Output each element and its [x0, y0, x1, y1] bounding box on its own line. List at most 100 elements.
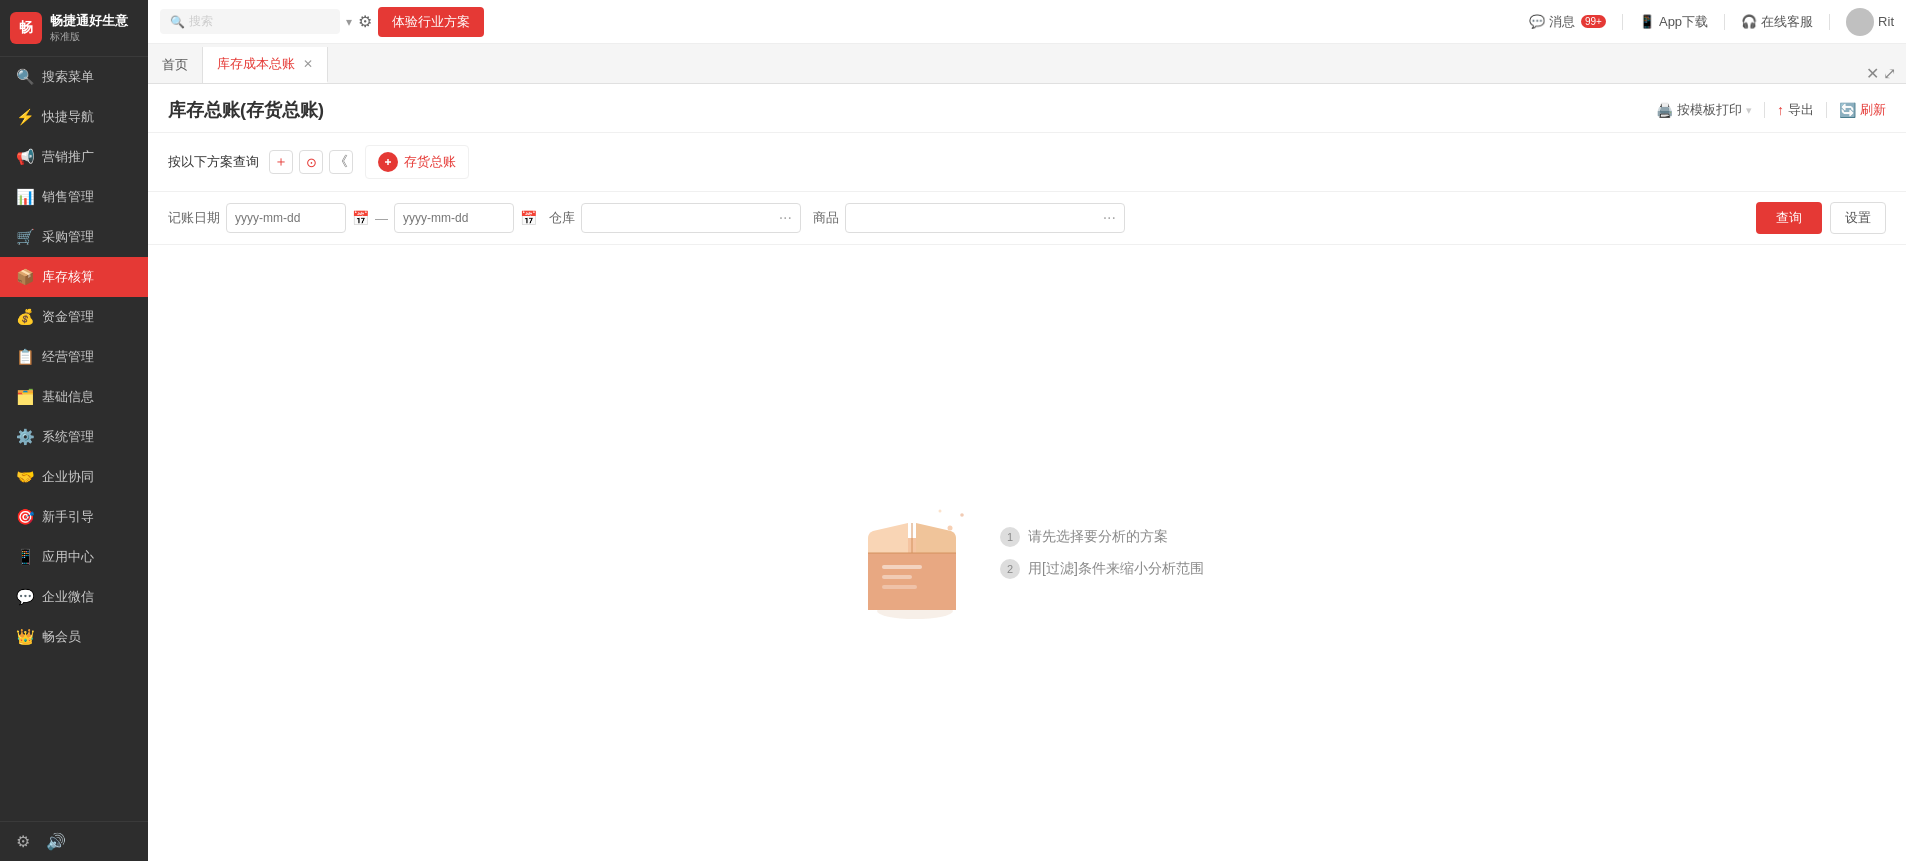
sidebar-bottom: ⚙ 🔊 — [0, 821, 148, 861]
filter-scheme-label: 按以下方案查询 — [168, 153, 259, 171]
message-btn[interactable]: 💬 消息 99+ — [1529, 13, 1606, 31]
refresh-label: 刷新 — [1860, 101, 1886, 119]
online-service-btn[interactable]: 🎧 在线客服 — [1741, 13, 1813, 31]
sidebar-item-wechat[interactable]: 💬 企业微信 — [0, 577, 148, 617]
filter-edit-btn[interactable]: ⊙ — [299, 150, 323, 174]
sidebar-item-inventory[interactable]: 📦 库存核算 — [0, 257, 148, 297]
schema-tag[interactable]: 存货总账 — [365, 145, 469, 179]
sidebar-item-operation[interactable]: 📋 经营管理 — [0, 337, 148, 377]
sidebar-item-label: 应用中心 — [42, 548, 94, 566]
topbar-search-box[interactable]: 🔍 搜索 — [160, 9, 340, 34]
inventory-icon: 📦 — [16, 268, 34, 286]
sidebar-item-purchase[interactable]: 🛒 采购管理 — [0, 217, 148, 257]
sidebar-item-label: 采购管理 — [42, 228, 94, 246]
sidebar-item-label: 搜索菜单 — [42, 68, 94, 86]
sidebar-item-finance[interactable]: 💰 资金管理 — [0, 297, 148, 337]
schema-tag-label: 存货总账 — [404, 153, 456, 171]
sidebar-logo: 畅 畅捷通好生意 标准版 — [0, 0, 148, 57]
message-badge: 99+ — [1581, 15, 1606, 28]
settings-bottom-icon[interactable]: ⚙ — [16, 832, 30, 851]
search-icon: 🔍 — [170, 15, 185, 29]
sidebar-item-search[interactable]: 🔍 搜索菜单 — [0, 57, 148, 97]
svg-point-12 — [939, 510, 942, 513]
app-logo-icon: 畅 — [10, 12, 42, 44]
sidebar-item-newbie[interactable]: 🎯 新手引导 — [0, 497, 148, 537]
goods-label: 商品 — [813, 209, 839, 227]
operation-icon: 📋 — [16, 348, 34, 366]
sidebar-item-quicknav[interactable]: ⚡ 快捷导航 — [0, 97, 148, 137]
refresh-icon: 🔄 — [1839, 102, 1856, 118]
purchase-icon: 🛒 — [16, 228, 34, 246]
date-end-input[interactable] — [394, 203, 514, 233]
sales-icon: 📊 — [16, 188, 34, 206]
sidebar-item-label: 经营管理 — [42, 348, 94, 366]
sidebar-item-member[interactable]: 👑 畅会员 — [0, 617, 148, 657]
member-icon: 👑 — [16, 628, 34, 646]
online-service-label: 在线客服 — [1761, 13, 1813, 31]
tabbar-expand-icon[interactable]: ⤢ — [1883, 64, 1896, 83]
page-title: 库存总账(存货总账) — [168, 98, 324, 122]
hint-text-2: 用[过滤]条件来缩小分析范围 — [1028, 560, 1204, 578]
topbar-search-area: 🔍 搜索 ▾ ⚙ 体验行业方案 — [160, 7, 1521, 37]
warehouse-label: 仓库 — [549, 209, 575, 227]
tabbar-close-btn[interactable]: ✕ — [1866, 64, 1879, 83]
page-header: 库存总账(存货总账) 🖨️ 按模板打印 ▾ ↑ 导出 🔄 刷新 — [148, 84, 1906, 133]
sidebar-item-label: 营销推广 — [42, 148, 94, 166]
svg-point-10 — [948, 526, 953, 531]
page-header-actions: 🖨️ 按模板打印 ▾ ↑ 导出 🔄 刷新 — [1656, 101, 1886, 119]
tab-home[interactable]: 首页 — [148, 47, 203, 83]
export-btn[interactable]: ↑ 导出 — [1777, 101, 1814, 119]
sidebar-item-basic[interactable]: 🗂️ 基础信息 — [0, 377, 148, 417]
tabbar: 首页 库存成本总账 ✕ ✕ ⤢ — [148, 44, 1906, 84]
industry-btn[interactable]: 体验行业方案 — [378, 7, 484, 37]
tab-inventory-ledger[interactable]: 库存成本总账 ✕ — [203, 47, 328, 83]
tab-close-icon[interactable]: ✕ — [303, 57, 313, 71]
calendar-start-icon[interactable]: 📅 — [352, 210, 369, 226]
warehouse-select[interactable]: ··· — [581, 203, 801, 233]
refresh-btn[interactable]: 🔄 刷新 — [1839, 101, 1886, 119]
date-start-input[interactable] — [226, 203, 346, 233]
print-template-btn[interactable]: 🖨️ 按模板打印 ▾ — [1656, 101, 1752, 119]
filter-add-btn[interactable]: ＋ — [269, 150, 293, 174]
empty-text: 1 请先选择要分析的方案 2 用[过滤]条件来缩小分析范围 — [1000, 527, 1204, 579]
query-button[interactable]: 查询 — [1756, 202, 1822, 234]
date-separator: — — [375, 211, 388, 226]
export-icon: ↑ — [1777, 102, 1784, 118]
basic-icon: 🗂️ — [16, 388, 34, 406]
wechat-icon: 💬 — [16, 588, 34, 606]
settings-button[interactable]: 设置 — [1830, 202, 1886, 234]
warehouse-more-icon[interactable]: ··· — [779, 209, 792, 227]
dropdown-chevron-icon[interactable]: ▾ — [346, 15, 352, 29]
calendar-end-icon[interactable]: 📅 — [520, 210, 537, 226]
goods-more-icon[interactable]: ··· — [1103, 209, 1116, 227]
user-avatar-btn[interactable]: Rit — [1846, 8, 1894, 36]
goods-select[interactable]: ··· — [845, 203, 1125, 233]
sidebar: 畅 畅捷通好生意 标准版 🔍 搜索菜单 ⚡ 快捷导航 📢 营销推广 📊 销售管理… — [0, 0, 148, 861]
sidebar-item-appcenter[interactable]: 📱 应用中心 — [0, 537, 148, 577]
hint-number-2: 2 — [1000, 559, 1020, 579]
phone-icon: 📱 — [1639, 14, 1655, 29]
sidebar-item-marketing[interactable]: 📢 营销推广 — [0, 137, 148, 177]
sidebar-item-system[interactable]: ⚙️ 系统管理 — [0, 417, 148, 457]
app-logo-text: 畅捷通好生意 标准版 — [50, 13, 128, 43]
app-download-btn[interactable]: 📱 App下载 — [1639, 13, 1708, 31]
chevron-down-icon: ▾ — [1746, 104, 1752, 117]
sidebar-item-sales[interactable]: 📊 销售管理 — [0, 177, 148, 217]
sidebar-item-label: 库存核算 — [42, 268, 94, 286]
headset-icon: 🎧 — [1741, 14, 1757, 29]
empty-state: 1 请先选择要分析的方案 2 用[过滤]条件来缩小分析范围 — [148, 245, 1906, 861]
filter-collapse-btn[interactable]: 《 — [329, 150, 353, 174]
sidebar-item-label: 企业微信 — [42, 588, 94, 606]
empty-svg — [850, 493, 980, 623]
quicknav-icon: ⚡ — [16, 108, 34, 126]
message-label: 消息 — [1549, 13, 1575, 31]
schema-tag-icon — [378, 152, 398, 172]
hint-text-1: 请先选择要分析的方案 — [1028, 528, 1168, 546]
newbie-icon: 🎯 — [16, 508, 34, 526]
sidebar-item-label: 资金管理 — [42, 308, 94, 326]
sidebar-item-coop[interactable]: 🤝 企业协同 — [0, 457, 148, 497]
audio-bottom-icon[interactable]: 🔊 — [46, 832, 66, 851]
gear-icon[interactable]: ⚙ — [358, 12, 372, 31]
sidebar-item-label: 系统管理 — [42, 428, 94, 446]
empty-hint-2: 2 用[过滤]条件来缩小分析范围 — [1000, 559, 1204, 579]
